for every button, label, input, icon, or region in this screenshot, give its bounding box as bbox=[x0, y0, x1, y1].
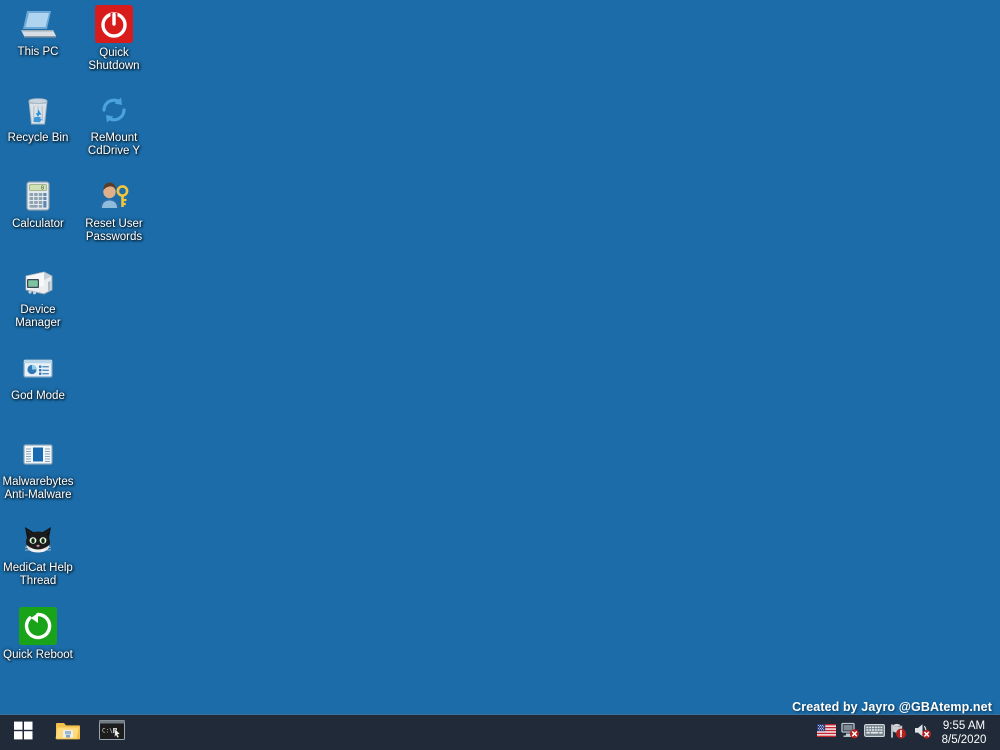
desktop-icon-this-pc[interactable]: This PC bbox=[0, 4, 76, 59]
cat-icon bbox=[18, 520, 58, 560]
folder-icon bbox=[55, 719, 81, 746]
tray-action-center-flag[interactable] bbox=[886, 715, 910, 750]
tray-language-indicator[interactable] bbox=[814, 715, 838, 750]
desktop-icon-label: This PC bbox=[17, 46, 59, 58]
recycle-bin-icon bbox=[18, 90, 58, 130]
refresh-icon bbox=[94, 90, 134, 130]
desktop-icon-reset-user-passwords[interactable]: Reset User Passwords bbox=[76, 176, 152, 244]
taskbar-item-file-explorer[interactable] bbox=[46, 715, 90, 750]
computer-icon bbox=[18, 4, 58, 44]
desktop-icon-label: Calculator bbox=[12, 218, 64, 230]
red-flag-icon bbox=[889, 722, 907, 744]
windows-logo-icon bbox=[13, 721, 33, 745]
power-icon bbox=[94, 5, 134, 45]
device-manager-icon bbox=[18, 262, 58, 302]
desktop-icon-malwarebytes[interactable]: Malwarebytes Anti-Malware bbox=[0, 434, 76, 502]
desktop-icon-label: Device Manager bbox=[15, 304, 61, 329]
control-panel-icon bbox=[18, 348, 58, 388]
desktop-icon-remount-cddrive-y[interactable]: ReMount CdDrive Y bbox=[76, 90, 152, 158]
desktop-icon-label: MediCat Help Thread bbox=[3, 562, 73, 587]
terminal-icon: C:\> bbox=[99, 720, 125, 745]
clock-time: 9:55 AM bbox=[942, 719, 986, 732]
taskbar-item-command-prompt[interactable]: C:\> bbox=[90, 715, 134, 750]
desktop-icon-quick-reboot[interactable]: Quick Reboot bbox=[0, 606, 76, 662]
desktop-icon-label: Reset User Passwords bbox=[85, 218, 143, 243]
desktop-icon-recycle-bin[interactable]: Recycle Bin bbox=[0, 90, 76, 145]
desktop-icon-device-manager[interactable]: Device Manager bbox=[0, 262, 76, 330]
malwarebytes-icon bbox=[18, 434, 58, 474]
start-button[interactable] bbox=[0, 715, 46, 750]
desktop-icon-quick-shutdown[interactable]: Quick Shutdown bbox=[76, 4, 152, 73]
network-disconnected-icon bbox=[840, 722, 860, 744]
desktop-icon-label: Quick Reboot bbox=[3, 649, 73, 661]
svg-text:0: 0 bbox=[41, 185, 44, 191]
tray-touch-keyboard[interactable] bbox=[862, 715, 886, 750]
desktop-icon-label: Quick Shutdown bbox=[88, 47, 140, 72]
user-key-icon bbox=[94, 176, 134, 216]
taskbar[interactable]: C:\> 9:55 AM 8/5/2020 bbox=[0, 714, 1000, 750]
speaker-muted-icon bbox=[913, 722, 932, 744]
desktop-icon-calculator[interactable]: 0 Calculator bbox=[0, 176, 76, 231]
desktop-icon-label: Malwarebytes Anti-Malware bbox=[2, 476, 74, 501]
tray-network-status[interactable] bbox=[838, 715, 862, 750]
watermark-credit: Created by Jayro @GBAtemp.net bbox=[792, 700, 992, 714]
calculator-icon: 0 bbox=[18, 176, 58, 216]
desktop-icon-label: ReMount CdDrive Y bbox=[87, 132, 141, 157]
taskbar-clock[interactable]: 9:55 AM 8/5/2020 bbox=[934, 719, 996, 747]
tray-volume[interactable] bbox=[910, 715, 934, 750]
desktop-icon-label: Recycle Bin bbox=[7, 132, 69, 144]
desktop-icon-god-mode[interactable]: God Mode bbox=[0, 348, 76, 403]
desktop-icon-label: God Mode bbox=[11, 390, 65, 402]
system-tray[interactable]: 9:55 AM 8/5/2020 bbox=[814, 715, 1000, 750]
clock-date: 8/5/2020 bbox=[941, 733, 987, 746]
desktop[interactable]: This PC Quick Shutdown Recycle Bin ReMou… bbox=[0, 0, 1000, 750]
desktop-icon-medicat-help-thread[interactable]: MediCat Help Thread bbox=[0, 520, 76, 588]
us-flag-icon bbox=[816, 723, 836, 742]
keyboard-icon bbox=[863, 723, 885, 742]
reboot-icon bbox=[18, 607, 58, 647]
